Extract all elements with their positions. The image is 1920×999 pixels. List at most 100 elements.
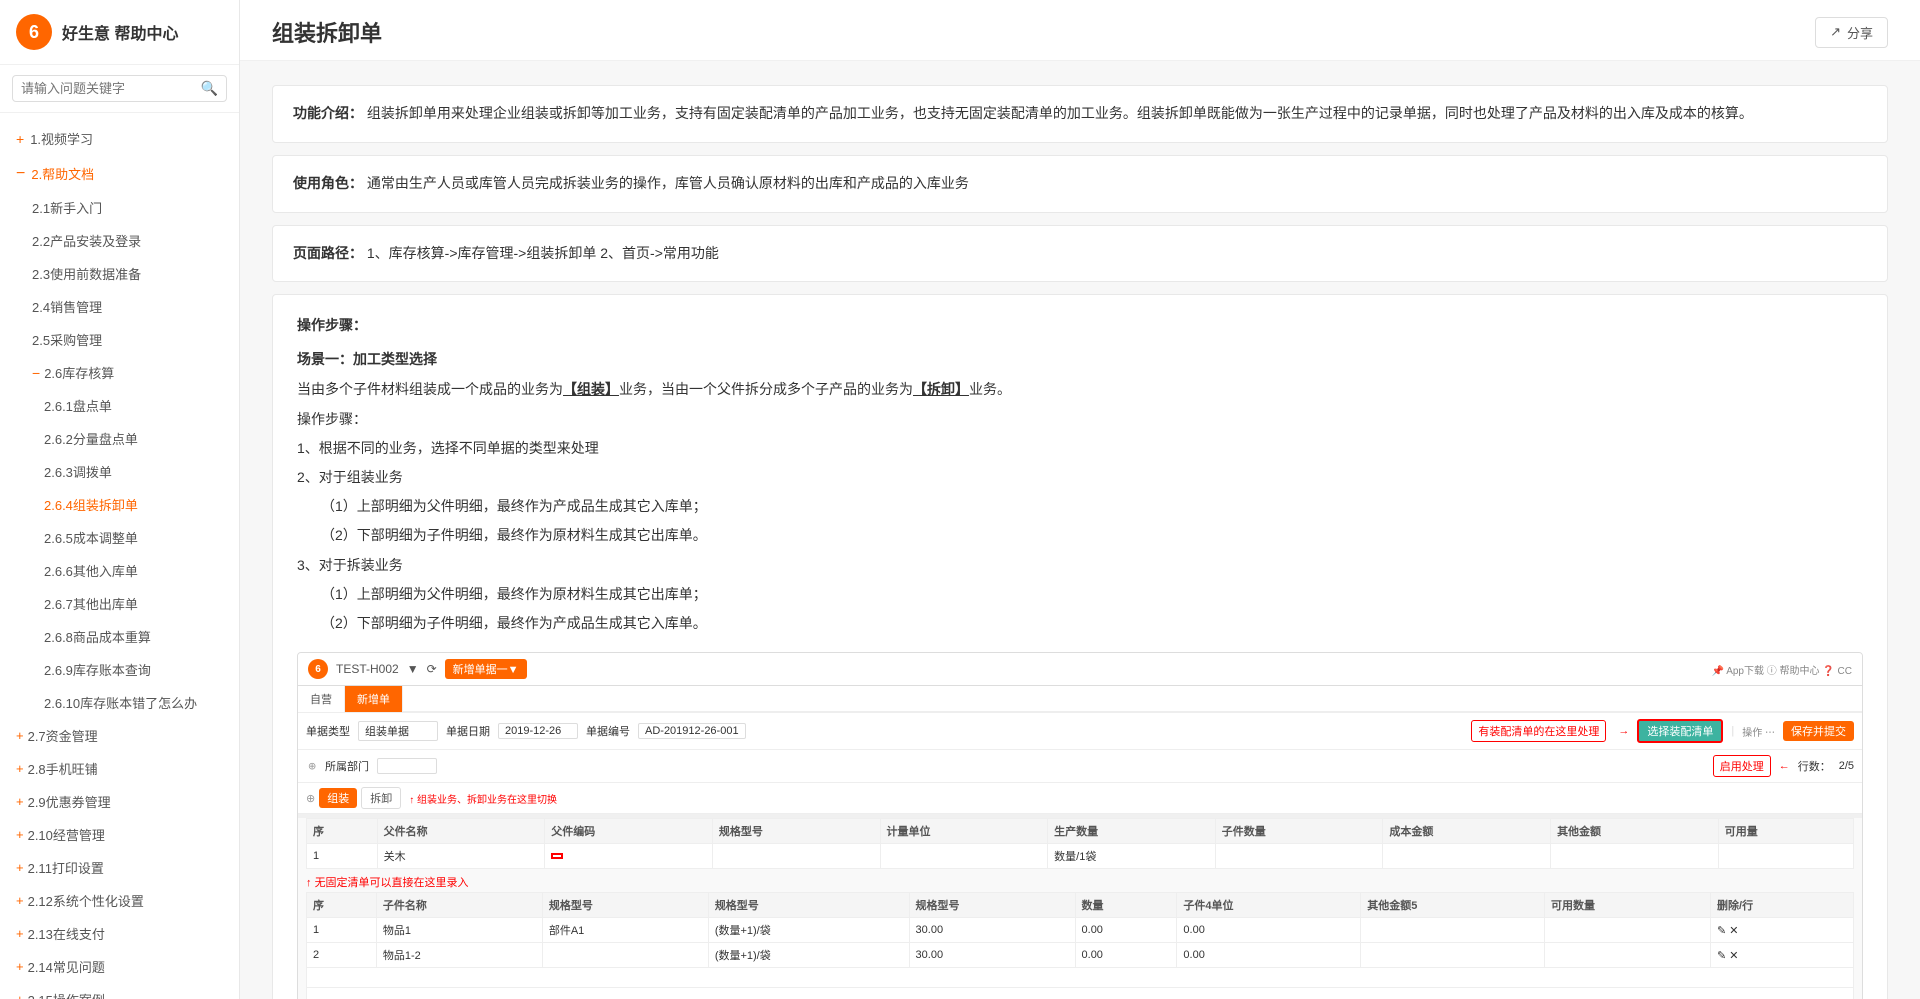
mock-logo: 6 [308,659,328,679]
sub-table-row [307,988,1854,999]
plus-icon-2-11: + [16,860,24,875]
cell-name: 关木 [377,844,545,869]
mock-rows-value: 2/5 [1839,760,1854,772]
search-icon[interactable]: 🔍 [201,80,218,97]
sub-col-qty: 数量 [1075,893,1177,918]
col-avail: 可用量 [1718,819,1853,844]
sidebar-item-2-1[interactable]: 2.1新手入门 [0,191,239,224]
plus-icon-2-8: + [16,761,24,776]
sub-col-avail: 可用数量 [1545,893,1711,918]
sidebar-item-2-6-2[interactable]: 2.6.2分量盘点单 [0,422,239,455]
sidebar-item-2-6-9[interactable]: 2.6.9库存账本查询 [0,653,239,686]
mock-new-btn[interactable]: 新增单据一▼ [445,659,527,679]
sidebar-item-2-6-4[interactable]: 2.6.4组装拆卸单 [0,488,239,521]
sub-cell-action[interactable]: ✎ ✕ [1711,918,1854,943]
sub-cell-formula: (数量+1)/袋 [708,918,909,943]
sidebar-item-2-6-7[interactable]: 2.6.7其他出库单 [0,587,239,620]
sidebar-item-2-12[interactable]: + 2.12系统个性化设置 [0,884,239,917]
mock-rows-label: 行数： [1798,758,1831,774]
step2-2: （2）下部明细为子件明细，最终作为原材料生成其它出库单。 [297,523,1863,548]
sidebar-item-docs[interactable]: − 2.帮助文档 [0,156,239,191]
sidebar-item-2-6-5[interactable]: 2.6.5成本调整单 [0,521,239,554]
col-parent-code: 父件编码 [545,819,713,844]
disassemble-link[interactable]: 【拆卸】 [913,381,969,397]
mock-date-input[interactable]: 2019-12-26 [498,723,578,739]
sub-cell-action[interactable]: ✎ ✕ [1711,943,1854,968]
plus-icon-2-13: + [16,926,24,941]
sub-cell-amt [1361,943,1545,968]
sidebar-item-2-6-3[interactable]: 2.6.3调拨单 [0,455,239,488]
mock-save-btn[interactable]: 保存并提交 [1783,721,1854,741]
sidebar-item-2-6-10[interactable]: 2.6.10库存账本错了怎么办 [0,686,239,719]
sub-col-amt5: 其他金额5 [1361,893,1545,918]
search-input[interactable] [21,81,201,96]
assemble-link[interactable]: 【组装】 [563,381,619,397]
sidebar-item-2-8[interactable]: + 2.8手机旺铺 [0,752,239,785]
sidebar-item-2-10[interactable]: + 2.10经营管理 [0,818,239,851]
col-unit: 计量单位 [880,819,1048,844]
mock-tab-self[interactable]: 自营 [298,686,345,712]
sidebar-item-2-6-1[interactable]: 2.6.1盘点单 [0,389,239,422]
mock-tab-new[interactable]: 新增单 [345,686,403,712]
sidebar-item-2-4[interactable]: 2.4销售管理 [0,290,239,323]
sidebar-item-2-6-8[interactable]: 2.6.8商品成本重算 [0,620,239,653]
role-label: 使用角色： [293,175,363,191]
step2-1: （1）上部明细为父件明细，最终作为产成品生成其它入库单； [297,494,1863,519]
mock-type-label: 单据类型 [306,723,350,739]
arrow-icon-1: → [1618,725,1629,737]
sub-col-spec1: 规格型号 [542,893,708,918]
share-icon: ↗ [1830,24,1841,40]
sidebar-item-2-7[interactable]: + 2.7资金管理 [0,719,239,752]
mock-action-icons: 操作 ⋯ [1742,724,1775,739]
plus-icon: + [16,131,24,147]
step1: 1、根据不同的业务，选择不同单据的类型来处理 [297,436,1863,461]
steps-title: 操作步骤： [297,315,1863,335]
sub-col-name: 子件名称 [376,893,542,918]
annotation-enable: 启用处理 [1713,755,1771,777]
mock-dept-label: 所属部门 [325,758,369,774]
mock-type-selector: ⊕ 组装 拆卸 ↑ 组装业务、拆卸业务在这里切换 [298,783,1862,814]
steps-card: 操作步骤： 场景一：加工类型选择 当由多个子件材料组装成一个成品的业务为【组装】… [272,294,1888,999]
sidebar-item-2-5[interactable]: 2.5采购管理 [0,323,239,356]
mock-side-icon2: ⊕ [306,792,315,805]
sub-cell-unit4: 0.00 [1177,943,1361,968]
sub-cell-name: 物品1 [376,918,542,943]
sidebar-item-2-11[interactable]: + 2.11打印设置 [0,851,239,884]
sidebar-item-2-15[interactable]: + 2.15操作案例 [0,983,239,999]
minus-icon: − [16,165,25,183]
col-spec: 规格型号 [712,819,880,844]
sidebar-item-2-9[interactable]: + 2.9优惠券管理 [0,785,239,818]
sidebar-item-videos[interactable]: + 1.视频学习 [0,121,239,156]
share-button[interactable]: ↗ 分享 [1815,17,1888,48]
mock-tab-assembly[interactable]: 组装 [319,788,357,808]
mock-sub-table: 序 子件名称 规格型号 规格型号 规格型号 数量 子件4单位 其他金额5 可用数… [306,892,1854,999]
mock-select-btn[interactable]: 选择装配清单 [1637,719,1723,743]
path-text: 1、库存核算->库存管理->组装拆卸单 2、首页->常用功能 [367,245,719,261]
mock-refresh-icon: ⟳ [427,662,437,676]
mock-dept-input[interactable] [377,758,437,774]
sidebar-item-2-13[interactable]: + 2.13在线支付 [0,917,239,950]
sub-cell-avail [1545,918,1711,943]
function-text: 组装拆卸单用来处理企业组装或拆卸等加工业务，支持有固定装配清单的产品加工业务，也… [367,105,1753,121]
sidebar-item-2-6[interactable]: − 2.6库存核算 [0,356,239,389]
sub-cell-avail [1545,943,1711,968]
mock-num-label: 单据编号 [586,723,630,739]
scenario1-title: 场景一：加工类型选择 [297,349,1863,369]
mock-tab-disassembly[interactable]: 拆卸 [361,787,401,809]
main-body: 功能介绍： 组装拆卸单用来处理企业组装或拆卸等加工业务，支持有固定装配清单的产品… [240,61,1920,999]
steps-label: 操作步骤： [297,407,1863,432]
table-row: 1 关木 数量/1袋 [307,844,1854,869]
sub-col-spec2: 规格型号 [708,893,909,918]
mock-sub-table-wrap: ↑ 无固定清单可以直接在这里录入 序 子件名称 规格型号 规格型号 规格型号 [298,873,1862,999]
sidebar-item-2-2[interactable]: 2.2产品安装及登录 [0,224,239,257]
mock-dropdown-icon: ▼ [407,662,419,676]
intro-card: 功能介绍： 组装拆卸单用来处理企业组装或拆卸等加工业务，支持有固定装配清单的产品… [272,85,1888,143]
path-label: 页面路径： [293,245,363,261]
mock-type-input[interactable]: 组装单据 [358,721,438,741]
mock-num-input[interactable]: AD-201912-26-001 [638,723,746,739]
mock-app-bar: 6 TEST-H002 ▼ ⟳ 新增单据一▼ 📌 App下载 ⓘ 帮助中心 ❓ … [298,653,1862,686]
minus-icon-2-6: − [32,365,40,381]
sidebar-item-2-14[interactable]: + 2.14常见问题 [0,950,239,983]
sidebar-item-2-6-6[interactable]: 2.6.6其他入库单 [0,554,239,587]
sidebar-item-2-3[interactable]: 2.3使用前数据准备 [0,257,239,290]
